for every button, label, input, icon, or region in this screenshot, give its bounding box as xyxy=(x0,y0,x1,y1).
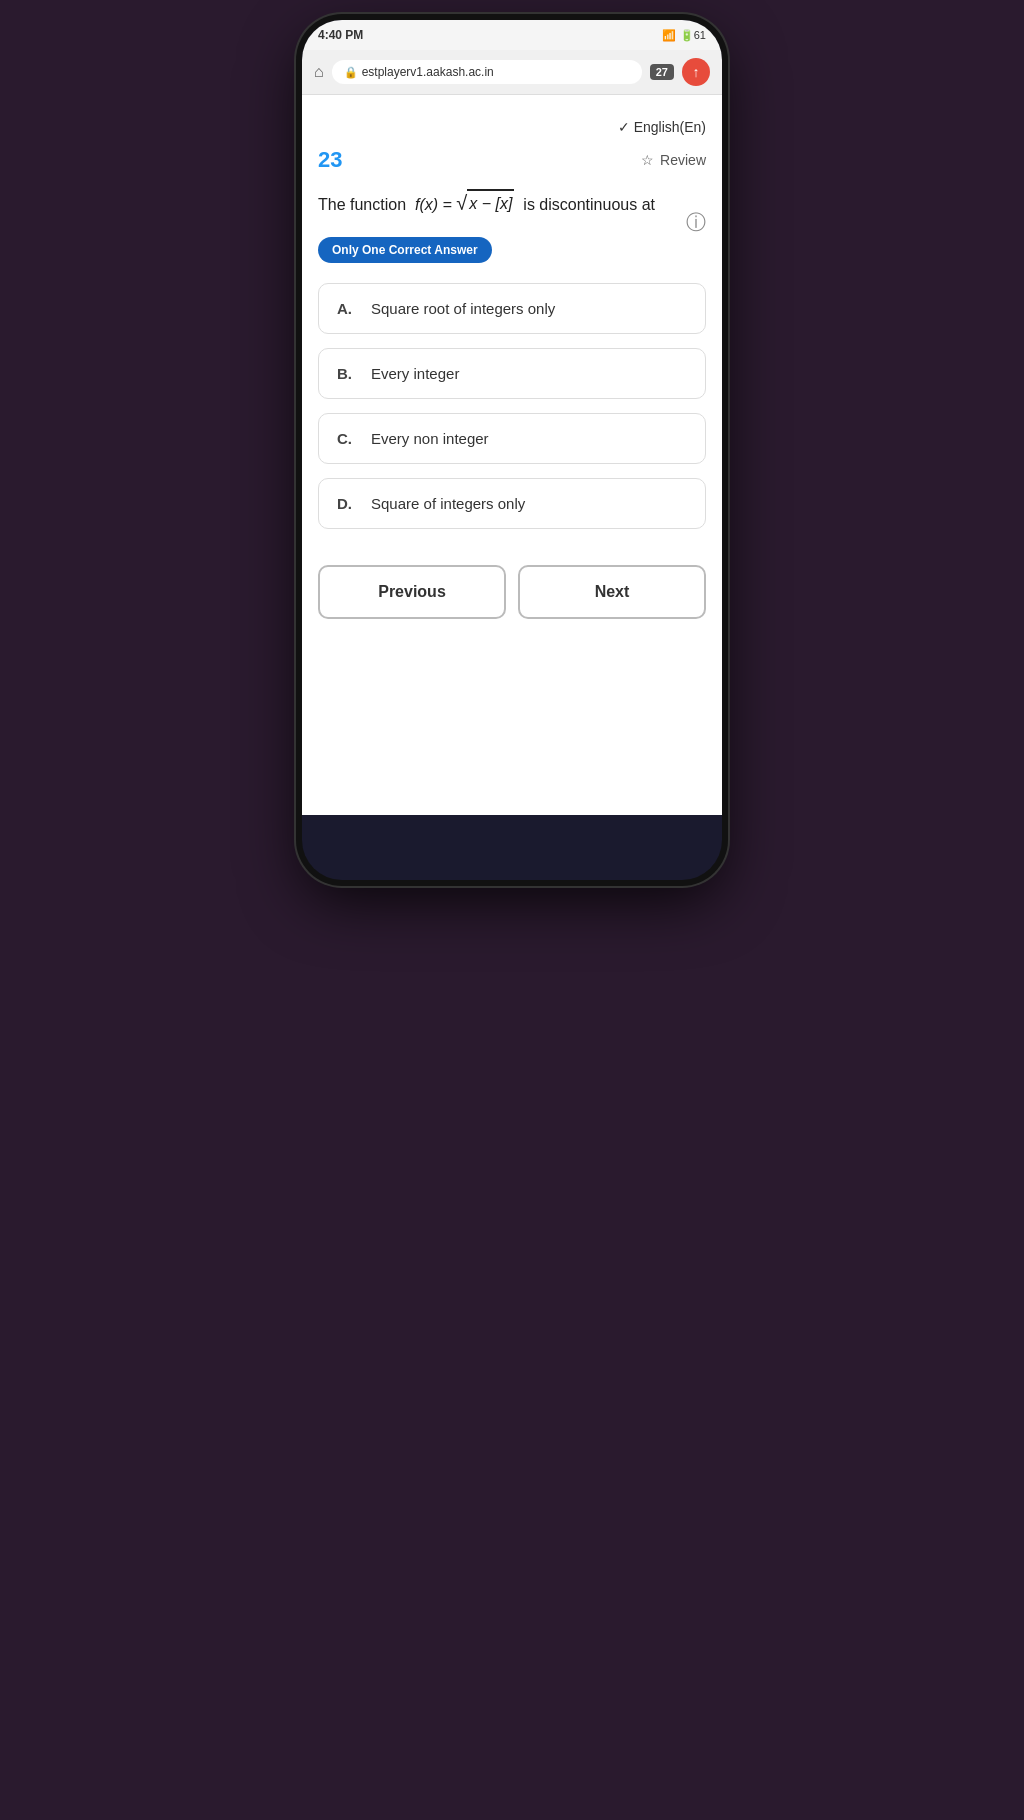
option-c[interactable]: C. Every non integer xyxy=(318,413,706,464)
sqrt-content: x − [x] xyxy=(467,189,514,217)
question-number: 23 xyxy=(318,147,342,173)
option-a-label: A. xyxy=(337,300,357,317)
option-a[interactable]: A. Square root of integers only xyxy=(318,283,706,334)
option-d-text: Square of integers only xyxy=(371,495,525,512)
option-d[interactable]: D. Square of integers only xyxy=(318,478,706,529)
home-icon[interactable]: ⌂ xyxy=(314,63,324,81)
question-text-pre: The function xyxy=(318,196,406,213)
content-area: ✓ English(En) 23 ☆ Review The function f… xyxy=(302,95,722,815)
navigation-buttons: Previous Next xyxy=(318,553,706,639)
language-selector[interactable]: ✓ English(En) xyxy=(318,111,706,147)
review-label: Review xyxy=(660,152,706,168)
question-text: The function f(x) = √x − [x] is disconti… xyxy=(318,189,706,217)
signal-icon: 📶 xyxy=(662,29,676,42)
next-button[interactable]: Next xyxy=(518,565,706,619)
info-icon[interactable]: ⓘ xyxy=(686,209,706,236)
lock-icon: 🔒 xyxy=(344,66,358,79)
sqrt-symbol: √ xyxy=(456,193,467,213)
option-b[interactable]: B. Every integer xyxy=(318,348,706,399)
star-icon: ☆ xyxy=(641,152,654,168)
phone-frame: 4:40 PM 📶 🔋61 ⌂ 🔒 estplayerv1.aakash.ac.… xyxy=(302,20,722,880)
option-a-text: Square root of integers only xyxy=(371,300,555,317)
status-bar: 4:40 PM 📶 🔋61 xyxy=(302,20,722,50)
status-time: 4:40 PM xyxy=(318,28,363,42)
question-text-post: is discontinuous at xyxy=(523,196,655,213)
option-b-label: B. xyxy=(337,365,357,382)
status-icons: 📶 🔋61 xyxy=(662,29,706,42)
upload-button[interactable]: ↑ xyxy=(682,58,710,86)
option-c-label: C. xyxy=(337,430,357,447)
option-c-text: Every non integer xyxy=(371,430,489,447)
options-list: A. Square root of integers only B. Every… xyxy=(318,283,706,529)
answer-type-badge: Only One Correct Answer xyxy=(318,237,492,263)
answer-type-section: Only One Correct Answer ⓘ xyxy=(318,237,706,283)
battery-icon: 🔋61 xyxy=(680,29,706,42)
tab-count[interactable]: 27 xyxy=(650,64,674,80)
language-label: English(En) xyxy=(634,119,706,135)
url-text: estplayerv1.aakash.ac.in xyxy=(362,65,494,79)
option-d-label: D. xyxy=(337,495,357,512)
checkmark-icon: ✓ xyxy=(618,119,634,135)
question-header: 23 ☆ Review xyxy=(318,147,706,173)
review-button[interactable]: ☆ Review xyxy=(641,152,706,168)
previous-button[interactable]: Previous xyxy=(318,565,506,619)
browser-bar: ⌂ 🔒 estplayerv1.aakash.ac.in 27 ↑ xyxy=(302,50,722,95)
url-bar[interactable]: 🔒 estplayerv1.aakash.ac.in xyxy=(332,60,642,84)
sqrt-wrapper: √x − [x] xyxy=(456,189,514,217)
option-b-text: Every integer xyxy=(371,365,459,382)
math-formula: f(x) = √x − [x] xyxy=(411,196,519,213)
